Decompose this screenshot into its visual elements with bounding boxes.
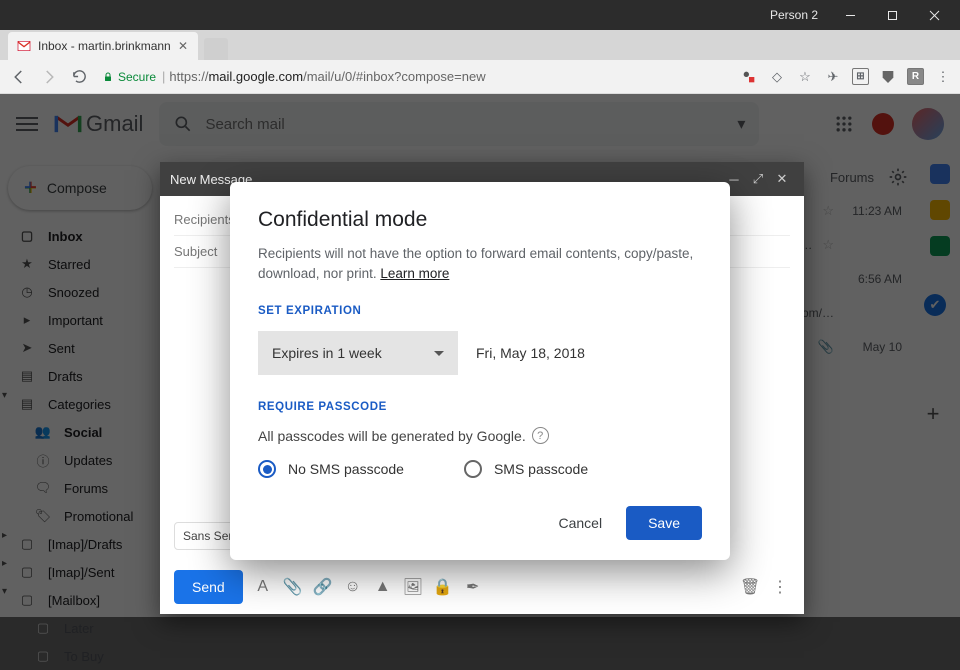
radio-icon — [258, 460, 276, 478]
help-icon[interactable]: ? — [532, 427, 549, 444]
window-close-button[interactable] — [914, 2, 954, 28]
expiration-date: Fri, May 18, 2018 — [476, 345, 585, 361]
sidebar-folder[interactable]: ▢To Buy — [0, 642, 160, 670]
require-passcode-label: REQUIRE PASSCODE — [258, 401, 702, 413]
secure-label: Secure — [118, 70, 156, 84]
tab-strip: Inbox - martin.brinkmann ✕ — [0, 30, 960, 60]
secure-indicator[interactable]: Secure — [102, 70, 156, 84]
url-box[interactable]: Secure | https://mail.google.com/mail/u/… — [98, 64, 732, 90]
bookmark-star-icon[interactable]: ☆ — [796, 68, 814, 86]
extension-icons: ◇ ☆ ✈ ⊞ R ⋮ — [740, 68, 952, 86]
confidential-mode-dialog: Confidential mode Recipients will not ha… — [230, 182, 730, 560]
window-titlebar: Person 2 — [0, 0, 960, 30]
caret-down-icon — [434, 351, 444, 356]
new-tab-button[interactable] — [204, 38, 228, 60]
modal-title: Confidential mode — [258, 208, 702, 232]
tab-title: Inbox - martin.brinkmann — [38, 39, 176, 53]
modal-description: Recipients will not have the option to f… — [258, 244, 702, 283]
radio-no-sms[interactable]: No SMS passcode — [258, 460, 404, 478]
extension-icon[interactable]: R — [907, 68, 924, 85]
extension-icon[interactable]: ◇ — [768, 68, 786, 86]
folder-icon: ▢ — [34, 648, 52, 664]
window-maximize-button[interactable] — [872, 2, 912, 28]
window-minimize-button[interactable] — [830, 2, 870, 28]
url-text: https://mail.google.com/mail/u/0/#inbox?… — [169, 69, 485, 84]
profile-name[interactable]: Person 2 — [770, 8, 818, 22]
folder-icon: ▢ — [34, 620, 52, 636]
reload-button[interactable] — [68, 66, 90, 88]
gmail-favicon-icon — [16, 38, 32, 54]
radio-sms[interactable]: SMS passcode — [464, 460, 588, 478]
gmail-app: Gmail ▾ + Compose ▢Inbox★Starred◷Snoozed… — [0, 94, 960, 617]
passcode-note-text: All passcodes will be generated by Googl… — [258, 428, 526, 444]
extension-icon[interactable]: ✈ — [824, 68, 842, 86]
tab-close-button[interactable]: ✕ — [176, 39, 190, 53]
extension-ublock-icon[interactable] — [879, 68, 897, 86]
expiration-dropdown[interactable]: Expires in 1 week — [258, 331, 458, 375]
browser-tab[interactable]: Inbox - martin.brinkmann ✕ — [8, 32, 198, 60]
back-button[interactable] — [8, 66, 30, 88]
cancel-button[interactable]: Cancel — [544, 506, 616, 540]
lock-icon — [102, 71, 114, 83]
forward-button[interactable] — [38, 66, 60, 88]
sidebar-folder[interactable]: ▢Later — [0, 614, 160, 642]
expiration-value: Expires in 1 week — [272, 345, 382, 361]
save-button[interactable]: Save — [626, 506, 702, 540]
radio-icon — [464, 460, 482, 478]
set-expiration-label: SET EXPIRATION — [258, 305, 702, 317]
extension-icon[interactable]: ⊞ — [852, 68, 869, 85]
extension-icon[interactable] — [740, 68, 758, 86]
address-bar: Secure | https://mail.google.com/mail/u/… — [0, 60, 960, 94]
learn-more-link[interactable]: Learn more — [380, 266, 449, 281]
chrome-menu-button[interactable]: ⋮ — [934, 68, 952, 86]
modal-scrim[interactable]: Confidential mode Recipients will not ha… — [0, 94, 960, 617]
